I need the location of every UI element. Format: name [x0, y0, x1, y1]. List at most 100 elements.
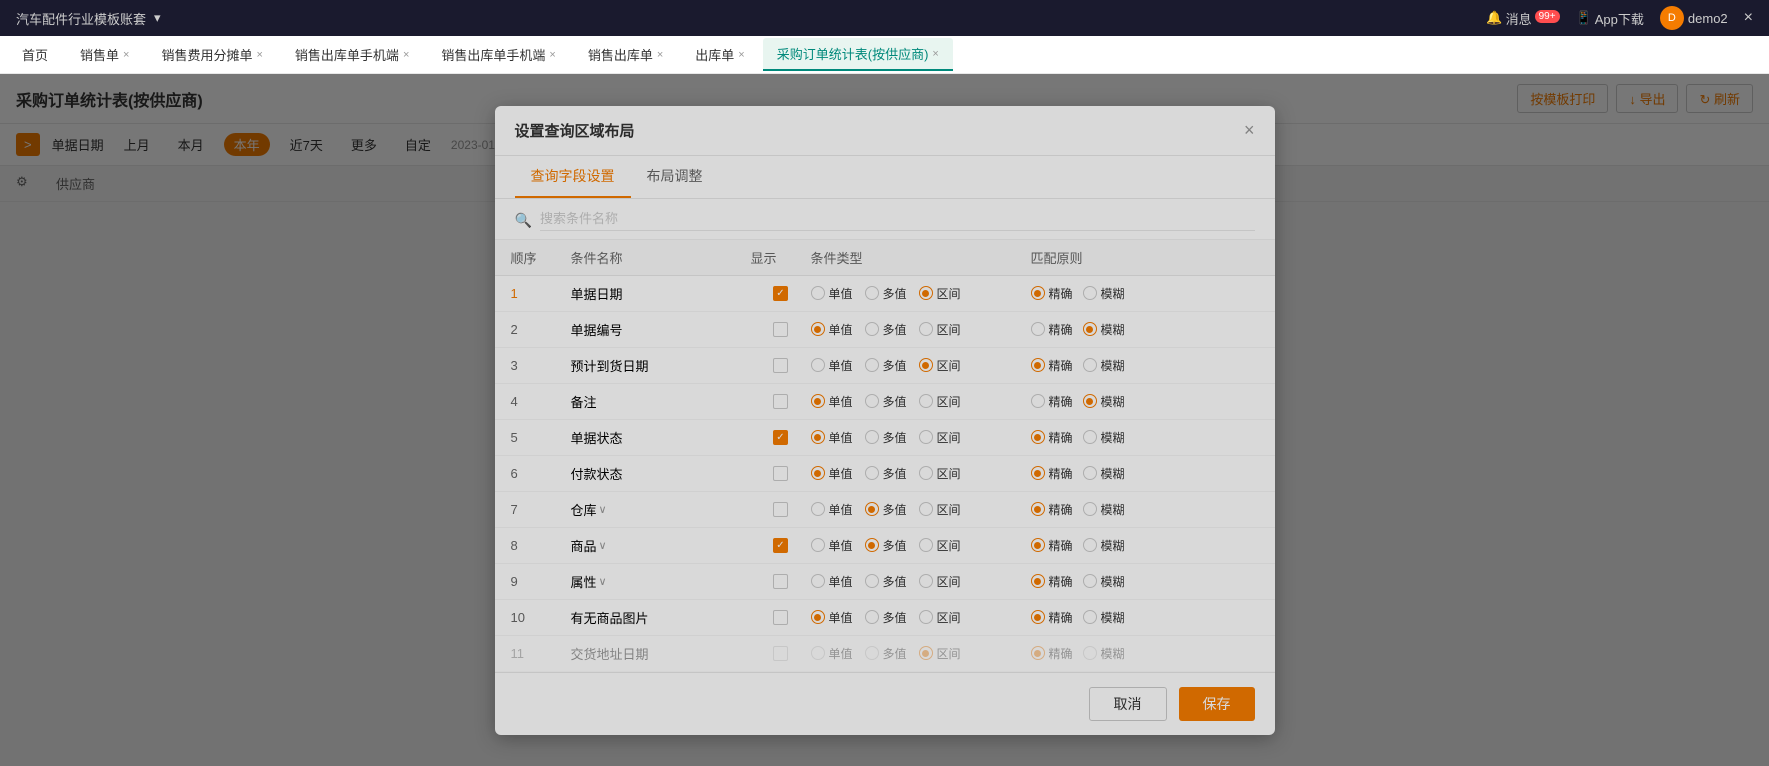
- display-checkbox[interactable]: [773, 430, 788, 445]
- fuzzy-radio[interactable]: 模糊: [1083, 285, 1125, 302]
- radio-btn[interactable]: [865, 502, 879, 516]
- tab-close-icon[interactable]: ×: [549, 49, 555, 61]
- exact-radio[interactable]: 精确: [1031, 645, 1073, 662]
- radio-btn[interactable]: [1031, 286, 1045, 300]
- tab-close-icon[interactable]: ×: [657, 49, 663, 61]
- display-checkbox[interactable]: [773, 538, 788, 553]
- user-area[interactable]: D demo2: [1660, 6, 1728, 30]
- radio-btn[interactable]: [1031, 466, 1045, 480]
- radio-btn[interactable]: [865, 538, 879, 552]
- single-radio[interactable]: 单值: [811, 609, 853, 626]
- exact-radio[interactable]: 精确: [1031, 429, 1073, 446]
- radio-btn[interactable]: [1031, 646, 1045, 660]
- exact-radio[interactable]: 精确: [1031, 609, 1073, 626]
- display-checkbox[interactable]: [773, 322, 788, 337]
- radio-btn[interactable]: [1083, 646, 1097, 660]
- radio-btn[interactable]: [811, 394, 825, 408]
- radio-btn[interactable]: [811, 646, 825, 660]
- tab-close-icon[interactable]: ×: [123, 49, 129, 61]
- radio-btn[interactable]: [1083, 502, 1097, 516]
- single-radio[interactable]: 单值: [811, 501, 853, 518]
- radio-btn[interactable]: [811, 538, 825, 552]
- radio-btn[interactable]: [811, 430, 825, 444]
- radio-btn[interactable]: [919, 430, 933, 444]
- radio-btn[interactable]: [919, 394, 933, 408]
- display-checkbox[interactable]: [773, 286, 788, 301]
- fuzzy-radio[interactable]: 模糊: [1083, 321, 1125, 338]
- radio-btn[interactable]: [811, 358, 825, 372]
- radio-btn[interactable]: [1083, 466, 1097, 480]
- multi-radio[interactable]: 多值: [865, 393, 907, 410]
- exact-radio[interactable]: 精确: [1031, 573, 1073, 590]
- single-radio[interactable]: 单值: [811, 465, 853, 482]
- fuzzy-radio[interactable]: 模糊: [1083, 357, 1125, 374]
- radio-btn[interactable]: [919, 358, 933, 372]
- radio-btn[interactable]: [865, 646, 879, 660]
- multi-radio[interactable]: 多值: [865, 321, 907, 338]
- radio-btn[interactable]: [1031, 358, 1045, 372]
- radio-btn[interactable]: [919, 538, 933, 552]
- exact-radio[interactable]: 精确: [1031, 285, 1073, 302]
- multi-radio[interactable]: 多值: [865, 429, 907, 446]
- range-radio[interactable]: 区间: [919, 609, 961, 626]
- range-radio[interactable]: 区间: [919, 321, 961, 338]
- fuzzy-radio[interactable]: 模糊: [1083, 429, 1125, 446]
- radio-btn[interactable]: [811, 286, 825, 300]
- radio-btn[interactable]: [865, 430, 879, 444]
- exact-radio[interactable]: 精确: [1031, 393, 1073, 410]
- range-radio[interactable]: 区间: [919, 393, 961, 410]
- exact-radio[interactable]: 精确: [1031, 537, 1073, 554]
- range-radio[interactable]: 区间: [919, 573, 961, 590]
- radio-btn[interactable]: [919, 610, 933, 624]
- range-radio[interactable]: 区间: [919, 429, 961, 446]
- exact-radio[interactable]: 精确: [1031, 465, 1073, 482]
- multi-radio[interactable]: 多值: [865, 501, 907, 518]
- radio-btn[interactable]: [1031, 610, 1045, 624]
- tab-sales-out1[interactable]: 销售出库单手机端 ×: [281, 39, 423, 70]
- single-radio[interactable]: 单值: [811, 537, 853, 554]
- display-checkbox[interactable]: [773, 574, 788, 589]
- single-radio[interactable]: 单值: [811, 393, 853, 410]
- tab-purchase-stats[interactable]: 采购订单统计表(按供应商) ×: [763, 38, 953, 71]
- fuzzy-radio[interactable]: 模糊: [1083, 465, 1125, 482]
- radio-btn[interactable]: [1083, 394, 1097, 408]
- range-radio[interactable]: 区间: [919, 465, 961, 482]
- radio-btn[interactable]: [865, 574, 879, 588]
- tab-layout-adjust[interactable]: 布局调整: [631, 156, 719, 198]
- range-radio[interactable]: 区间: [919, 645, 961, 662]
- multi-radio[interactable]: 多值: [865, 645, 907, 662]
- radio-btn[interactable]: [919, 502, 933, 516]
- single-radio[interactable]: 单值: [811, 573, 853, 590]
- radio-btn[interactable]: [865, 466, 879, 480]
- single-radio[interactable]: 单值: [811, 321, 853, 338]
- fuzzy-radio[interactable]: 模糊: [1083, 573, 1125, 590]
- radio-btn[interactable]: [865, 358, 879, 372]
- radio-btn[interactable]: [865, 286, 879, 300]
- radio-btn[interactable]: [1083, 286, 1097, 300]
- multi-radio[interactable]: 多值: [865, 609, 907, 626]
- exact-radio[interactable]: 精确: [1031, 501, 1073, 518]
- condition-search-input[interactable]: [540, 211, 1255, 231]
- radio-btn[interactable]: [1031, 430, 1045, 444]
- radio-btn[interactable]: [1083, 610, 1097, 624]
- tab-home[interactable]: 首页: [8, 39, 62, 70]
- tab-close-icon[interactable]: ×: [403, 49, 409, 61]
- display-checkbox[interactable]: [773, 646, 788, 661]
- multi-radio[interactable]: 多值: [865, 285, 907, 302]
- radio-btn[interactable]: [811, 574, 825, 588]
- radio-btn[interactable]: [1083, 574, 1097, 588]
- tab-sales-out3[interactable]: 销售出库单 ×: [574, 39, 677, 70]
- window-close-button[interactable]: ×: [1744, 9, 1753, 27]
- radio-btn[interactable]: [1031, 574, 1045, 588]
- radio-btn[interactable]: [1083, 358, 1097, 372]
- fuzzy-radio[interactable]: 模糊: [1083, 501, 1125, 518]
- radio-btn[interactable]: [811, 466, 825, 480]
- radio-btn[interactable]: [919, 574, 933, 588]
- tab-close-icon[interactable]: ×: [256, 49, 262, 61]
- radio-btn[interactable]: [919, 466, 933, 480]
- tab-sales-expense[interactable]: 销售费用分摊单 ×: [147, 39, 276, 70]
- tab-close-icon[interactable]: ×: [932, 48, 938, 60]
- radio-btn[interactable]: [865, 610, 879, 624]
- range-radio[interactable]: 区间: [919, 501, 961, 518]
- radio-btn[interactable]: [1083, 430, 1097, 444]
